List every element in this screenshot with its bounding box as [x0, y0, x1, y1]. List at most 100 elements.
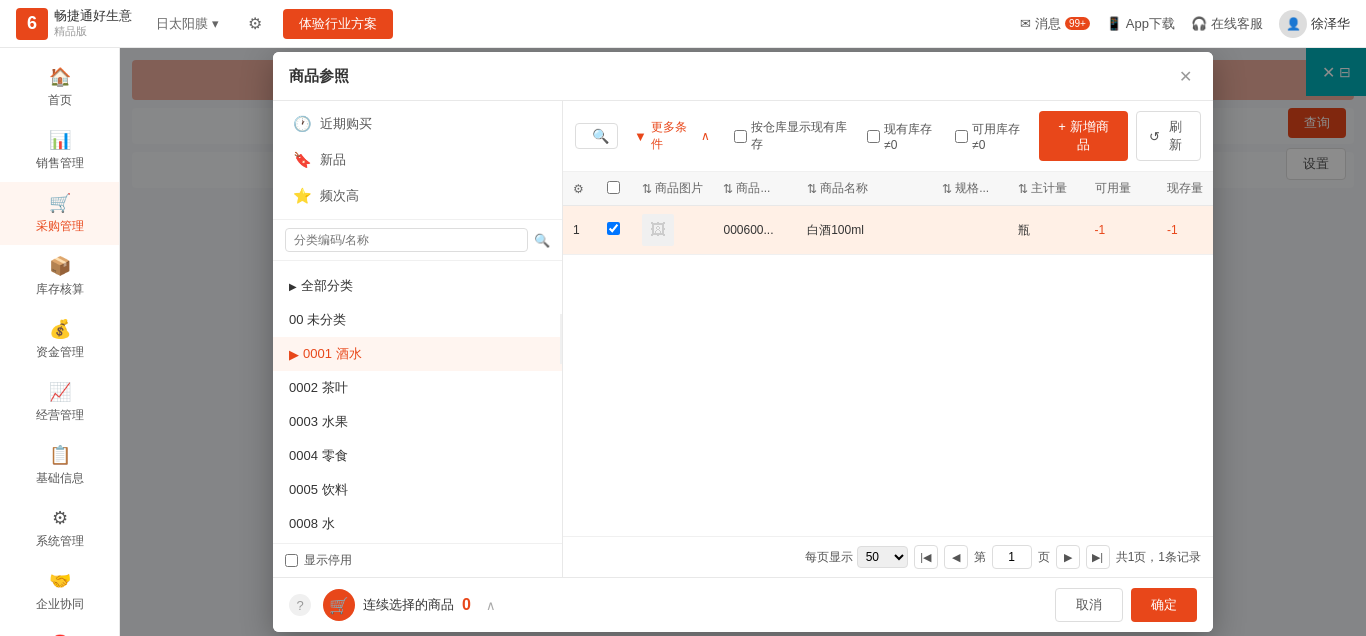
cart-btn[interactable]: 🛒	[323, 589, 355, 621]
sidebar-item-sales[interactable]: 📊 销售管理	[0, 119, 119, 182]
checkbox-available[interactable]: 可用库存≠0	[955, 121, 1031, 152]
confirm-btn[interactable]: 确定	[1131, 588, 1197, 622]
help-icon[interactable]: ?	[289, 594, 311, 616]
sort-icon-code[interactable]: ⇅	[723, 182, 733, 196]
cat-item-all[interactable]: ▶ 全部分类	[273, 269, 562, 303]
sidebar-item-purchase[interactable]: 🛒 采购管理	[0, 182, 119, 245]
sidebar-item-home[interactable]: 🏠 首页	[0, 56, 119, 119]
messages-btn[interactable]: ✉ 消息 99+	[1020, 15, 1090, 33]
shortcut-recent[interactable]: 🕐 近期购买	[285, 109, 550, 139]
purchase-icon: 🛒	[49, 192, 71, 214]
collapse-icon: ∧	[486, 598, 496, 613]
cat-item-beverage[interactable]: 0005 饮料	[273, 473, 562, 507]
sidebar-item-collab[interactable]: 🤝 企业协同	[0, 560, 119, 623]
try-industry-btn[interactable]: 体验行业方案	[283, 9, 393, 39]
logo-icon: 6	[16, 8, 48, 40]
active-arrow-icon: ▶	[289, 347, 299, 362]
sort-icon-image[interactable]: ⇅	[642, 182, 652, 196]
add-product-btn[interactable]: + 新增商品	[1039, 111, 1128, 161]
row-image: 🖼	[632, 206, 713, 255]
base-info-icon: 📋	[49, 444, 71, 466]
phone-icon: 📱	[1106, 16, 1122, 31]
filter-btn[interactable]: ▼ 更多条件 ∧	[626, 115, 718, 157]
shortcut-new[interactable]: 🔖 新品	[285, 145, 550, 175]
top-nav: 6 畅捷通好生意 精品版 日太阳膜 ▾ ⚙ 体验行业方案 ✉ 消息 99+ 📱 …	[0, 0, 1366, 48]
col-checkbox	[597, 172, 632, 206]
refresh-icon: ↺	[1149, 129, 1160, 144]
col-spec: ⇅ 规格...	[932, 172, 1008, 206]
sidebar-item-inventory[interactable]: 📦 库存核算	[0, 245, 119, 308]
row-code: 000600...	[713, 206, 797, 255]
cat-item-water[interactable]: 0008 水	[273, 507, 562, 541]
settings-icon[interactable]: ⚙	[239, 8, 271, 40]
table-settings-icon[interactable]: ⚙	[573, 182, 584, 196]
warehouse-checkbox[interactable]	[734, 130, 747, 143]
sidebar-item-finance[interactable]: 💰 资金管理	[0, 308, 119, 371]
checkbox-warehouse[interactable]: 按仓库显示现有库存	[734, 119, 855, 153]
sidebar-item-operations[interactable]: 📈 经营管理	[0, 371, 119, 434]
checkbox-stock[interactable]: 现有库存≠0	[867, 121, 943, 152]
nav-selector[interactable]: 日太阳膜 ▾	[148, 11, 227, 37]
category-sidebar: 🕐 近期购买 🔖 新品 ⭐ 频次高	[273, 101, 563, 577]
page-size-select: 每页显示 50 100 200	[805, 546, 908, 568]
page-size-dropdown[interactable]: 50 100 200	[857, 546, 908, 568]
sort-icon-spec[interactable]: ⇅	[942, 182, 952, 196]
cat-item-tea[interactable]: 0002 茶叶	[273, 371, 562, 405]
operations-icon: 📈	[49, 381, 71, 403]
inventory-icon: 📦	[49, 255, 71, 277]
product-image: 🖼	[642, 214, 674, 246]
new-icon: 🔖	[293, 151, 312, 169]
product-table-wrap: ⚙ ⇅ 商品图片	[563, 172, 1213, 536]
current-page-input[interactable]	[992, 545, 1032, 569]
logo-area: 6 畅捷通好生意 精品版	[16, 8, 136, 40]
refresh-btn[interactable]: ↺ 刷新	[1136, 111, 1201, 161]
select-all-checkbox[interactable]	[607, 181, 620, 194]
clock-icon: 🕐	[293, 115, 312, 133]
prev-page-btn[interactable]: ◀	[944, 545, 968, 569]
sort-icon-unit[interactable]: ⇅	[1018, 182, 1028, 196]
online-service-btn[interactable]: 🎧 在线客服	[1191, 15, 1263, 33]
row-select-checkbox[interactable]	[607, 222, 620, 235]
category-search-input[interactable]	[285, 228, 528, 252]
search-submit-icon[interactable]: 🔍	[592, 128, 609, 144]
sidebar-item-guide[interactable]: 🎯 新手引导	[0, 623, 119, 636]
sidebar-item-base-info[interactable]: 📋 基础信息	[0, 434, 119, 497]
modal-dialog: 商品参照 ✕ 🕐 近期购买 🔖	[273, 52, 1213, 632]
category-shortcuts: 🕐 近期购买 🔖 新品 ⭐ 频次高	[273, 101, 562, 220]
modal-close-btn[interactable]: ✕	[1173, 64, 1197, 88]
last-page-btn[interactable]: ▶|	[1086, 545, 1110, 569]
col-settings[interactable]: ⚙	[563, 172, 597, 206]
expand-arrow-icon: ▶	[289, 281, 297, 292]
footer-cart: 🛒 连续选择的商品 0 ∧	[323, 589, 503, 621]
shopping-cart-icon: 🛒	[329, 596, 349, 615]
available-checkbox[interactable]	[955, 130, 968, 143]
finance-icon: 💰	[49, 318, 71, 340]
row-name: 白酒100ml	[797, 206, 932, 255]
shortcut-frequent[interactable]: ⭐ 频次高	[285, 181, 550, 211]
collab-icon: 🤝	[49, 570, 71, 592]
cancel-btn[interactable]: 取消	[1055, 588, 1123, 622]
cat-item-fruit[interactable]: 0003 水果	[273, 405, 562, 439]
first-page-btn[interactable]: |◀	[914, 545, 938, 569]
row-available: -1	[1085, 206, 1157, 255]
col-unit: ⇅ 主计量	[1008, 172, 1085, 206]
action-btns: + 新增商品 ↺ 刷新	[1039, 111, 1201, 161]
sort-icon-name[interactable]: ⇅	[807, 182, 817, 196]
search-input[interactable]	[584, 124, 592, 148]
cat-item-snack[interactable]: 0004 零食	[273, 439, 562, 473]
user-avatar-area[interactable]: 👤 徐泽华	[1279, 10, 1350, 38]
table-row[interactable]: 1 🖼 000600... 白酒100ml	[563, 206, 1213, 255]
sidebar-item-system[interactable]: ⚙ 系统管理	[0, 497, 119, 560]
sales-icon: 📊	[49, 129, 71, 151]
stock-checkbox[interactable]	[867, 130, 880, 143]
show-disabled-area: 显示停用	[273, 543, 562, 577]
modal-title: 商品参照	[289, 67, 349, 86]
app-download-btn[interactable]: 📱 App下载	[1106, 15, 1175, 33]
modal-body: 🕐 近期购买 🔖 新品 ⭐ 频次高	[273, 101, 1213, 577]
cat-item-unclassified[interactable]: 00 未分类	[273, 303, 562, 337]
cat-item-liquor[interactable]: ▶ 0001 酒水	[273, 337, 562, 371]
collapse-cart-btn[interactable]: ∧	[479, 593, 503, 617]
show-disabled-checkbox[interactable]	[285, 554, 298, 567]
next-page-btn[interactable]: ▶	[1056, 545, 1080, 569]
search-icon[interactable]: 🔍	[534, 233, 550, 248]
